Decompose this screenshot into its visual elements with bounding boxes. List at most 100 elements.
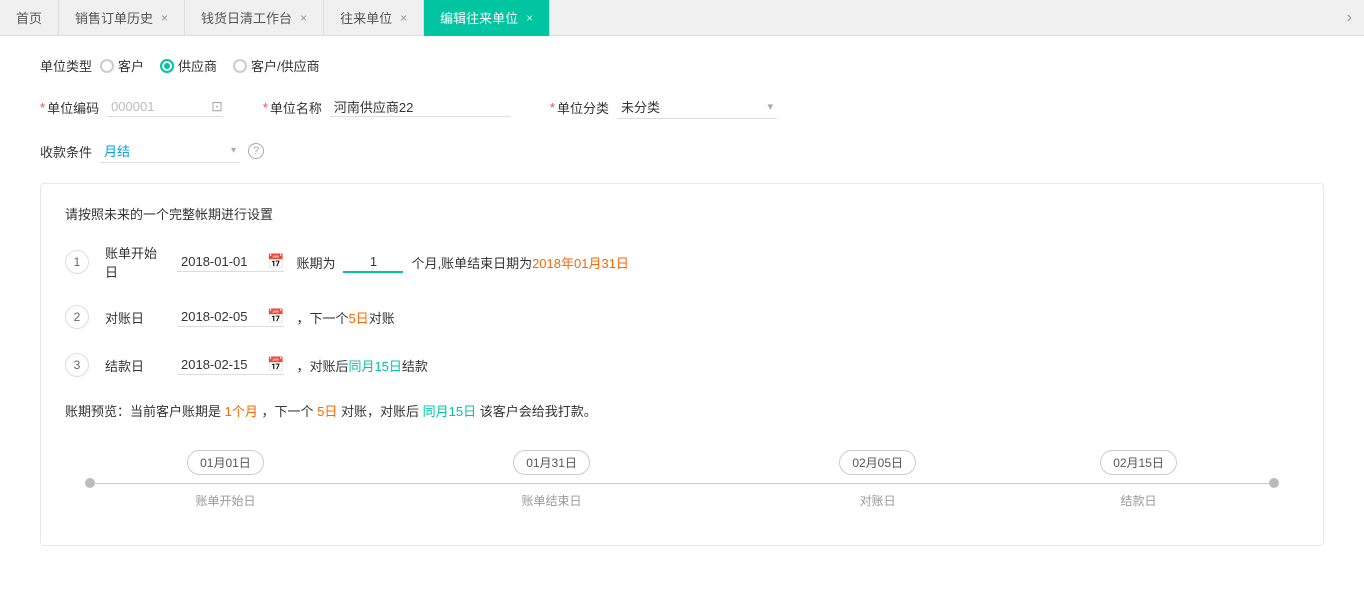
- tl-node1-label: 账单开始日: [195, 492, 255, 509]
- tl-node3-label: 对账日: [860, 492, 896, 509]
- tab-partner-close[interactable]: ×: [400, 11, 407, 25]
- preview-mid: ，下一个: [262, 404, 314, 419]
- unit-code-input[interactable]: [107, 97, 207, 116]
- unit-name-label: 单位名称: [270, 98, 322, 117]
- tab-home-label: 首页: [16, 8, 42, 27]
- preview-mid2: 对账，对账后: [341, 404, 419, 419]
- date-field-3[interactable]: [177, 355, 267, 374]
- unit-category-label: 单位分类: [557, 98, 609, 117]
- tab-partner[interactable]: 往来单位 ×: [324, 0, 424, 36]
- unit-type-radio-group: 客户 供应商 客户/供应商: [100, 56, 320, 75]
- period-section: 请按照未来的一个完整帐期进行设置 1 账单开始日 📅 账期为 个月,账单结束日期…: [40, 183, 1324, 546]
- row2-day: 5日: [348, 308, 368, 327]
- unit-category-chevron: ▾: [767, 100, 773, 113]
- unit-category-required: *: [550, 100, 555, 115]
- preview-day2: 同月15日: [423, 404, 476, 419]
- tab-cash-work-close[interactable]: ×: [300, 11, 307, 25]
- radio-both-label: 客户/供应商: [251, 56, 320, 75]
- tab-edit-partner-close[interactable]: ×: [526, 11, 533, 25]
- row-label-3: 结款日: [105, 356, 161, 375]
- date-input-1: 📅: [177, 252, 284, 272]
- preview-day: 5日: [317, 404, 337, 419]
- period-prefix: 账期为: [296, 253, 335, 272]
- radio-both[interactable]: 客户/供应商: [233, 56, 320, 75]
- calendar-icon-1[interactable]: 📅: [267, 253, 284, 270]
- tl-node4-pill: 02月15日: [1100, 450, 1177, 475]
- tl-seg4: 02月15日 结款日: [1008, 450, 1269, 509]
- unit-name-required: *: [263, 100, 268, 115]
- calendar-icon-2[interactable]: 📅: [267, 308, 284, 325]
- tab-sales-history-close[interactable]: ×: [161, 11, 168, 25]
- unit-code-group: * 单位编码 ⊡: [40, 97, 223, 117]
- tl-start: [85, 450, 95, 504]
- tl-node3-pill: 02月05日: [839, 450, 916, 475]
- radio-customer[interactable]: 客户: [100, 56, 144, 75]
- unit-info-row: * 单位编码 ⊡ * 单位名称 * 单位分类 未分类 ▾: [40, 95, 1324, 119]
- date-field-2[interactable]: [177, 307, 267, 326]
- tl-seg3: 02月05日 对账日: [747, 450, 1008, 509]
- date-field-1[interactable]: [177, 252, 267, 271]
- row2-prefix: ，下一个: [296, 308, 348, 327]
- tab-edit-partner-label: 编辑往来单位: [440, 8, 518, 27]
- payment-terms-select[interactable]: 月结 ▾: [100, 139, 240, 163]
- date-input-3: 📅: [177, 355, 284, 375]
- unit-category-value: 未分类: [621, 97, 763, 116]
- payment-terms-row: 收款条件 月结 ▾ ?: [40, 139, 1324, 163]
- date-input-2: 📅: [177, 307, 284, 327]
- radio-customer-label: 客户: [118, 56, 144, 75]
- unit-category-select[interactable]: 未分类 ▾: [617, 95, 777, 119]
- timeline-container: 01月01日 账单开始日 01月31日 账单结束日 02月05日 对账日 02月…: [65, 440, 1299, 525]
- tab-bar: 首页 销售订单历史 × 钱货日清工作台 × 往来单位 × 编辑往来单位 × ›: [0, 0, 1364, 36]
- detail-row-3: 3 结款日 📅 ，对账后 同月15日 结款: [65, 353, 1299, 377]
- row-num-2: 2: [65, 305, 89, 329]
- unit-name-input[interactable]: [330, 97, 510, 117]
- unit-code-label: 单位编码: [47, 98, 99, 117]
- period-end-date: 2018年01月31日: [532, 253, 629, 272]
- calendar-icon-3[interactable]: 📅: [267, 356, 284, 373]
- tl-node2-label: 账单结束日: [522, 492, 582, 509]
- tab-expand-icon[interactable]: ›: [1335, 9, 1364, 27]
- tab-cash-work-label: 钱货日清工作台: [201, 8, 292, 27]
- payment-terms-value: 月结: [104, 141, 227, 160]
- tl-node4-label: 结款日: [1121, 492, 1157, 509]
- radio-customer-circle: [100, 59, 114, 73]
- tab-partner-label: 往来单位: [340, 8, 392, 27]
- preview-prefix: 账期预览：当前客户账期是: [65, 404, 221, 419]
- row-label-2: 对账日: [105, 308, 161, 327]
- tab-home[interactable]: 首页: [0, 0, 59, 36]
- radio-supplier-label: 供应商: [178, 56, 217, 75]
- row-num-3: 3: [65, 353, 89, 377]
- period-input[interactable]: [343, 252, 403, 271]
- tl-seg2: 01月31日 账单结束日: [356, 450, 747, 509]
- unit-code-required: *: [40, 100, 45, 115]
- payment-terms-label: 收款条件: [40, 142, 92, 161]
- preview-period: 1个月: [225, 404, 258, 419]
- tl-dot-start: [85, 478, 95, 488]
- radio-supplier[interactable]: 供应商: [160, 56, 217, 75]
- tl-node1-pill: 01月01日: [187, 450, 264, 475]
- detail-row-2: 2 对账日 📅 ，下一个 5日 对账: [65, 305, 1299, 329]
- unit-type-row: 单位类型 客户 供应商 客户/供应商: [40, 56, 1324, 75]
- period-input-wrap: [343, 252, 403, 273]
- tab-cash-work[interactable]: 钱货日清工作台 ×: [185, 0, 324, 36]
- tl-end: [1269, 450, 1279, 504]
- copy-icon[interactable]: ⊡: [211, 98, 223, 115]
- tl-seg1: 01月01日 账单开始日: [95, 450, 356, 509]
- row3-suffix: 结款: [402, 356, 428, 375]
- tab-sales-history[interactable]: 销售订单历史 ×: [59, 0, 185, 36]
- unit-category-group: * 单位分类 未分类 ▾: [550, 95, 777, 119]
- tl-dot-end: [1269, 478, 1279, 488]
- unit-name-group: * 单位名称: [263, 97, 510, 117]
- radio-both-circle: [233, 59, 247, 73]
- help-icon[interactable]: ?: [248, 143, 264, 159]
- preview-row: 账期预览：当前客户账期是 1个月 ，下一个 5日 对账，对账后 同月15日 该客…: [65, 401, 1299, 420]
- tab-edit-partner[interactable]: 编辑往来单位 ×: [424, 0, 550, 36]
- period-suffix: 个月,账单结束日期为: [411, 253, 532, 272]
- row3-day: 同月15日: [348, 356, 401, 375]
- section-instruction: 请按照未来的一个完整帐期进行设置: [65, 204, 1299, 223]
- row2-suffix: 对账: [369, 308, 395, 327]
- row3-prefix: ，对账后: [296, 356, 348, 375]
- detail-row-1: 1 账单开始日 📅 账期为 个月,账单结束日期为 2018年01月31日: [65, 243, 1299, 281]
- row-num-1: 1: [65, 250, 89, 274]
- preview-suffix: 该客户会给我打款。: [480, 404, 597, 419]
